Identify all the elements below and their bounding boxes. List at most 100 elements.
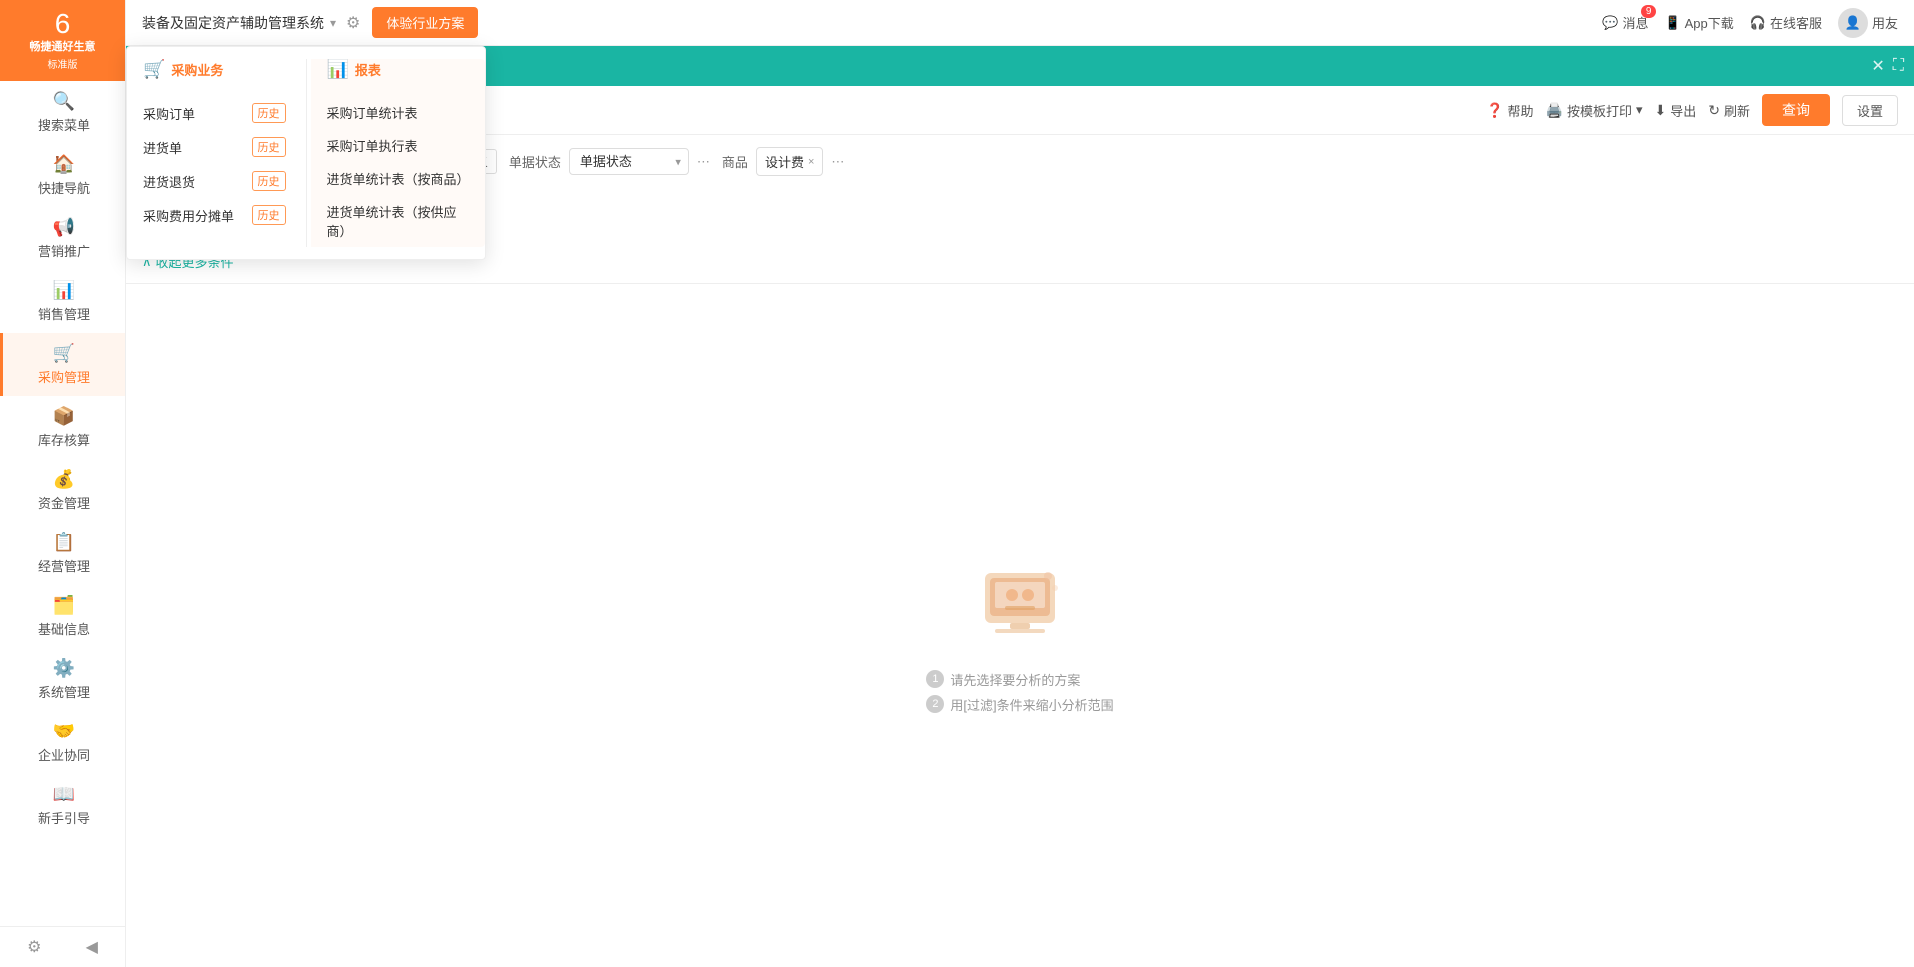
operations-icon: 📋	[53, 532, 75, 553]
avatar-icon: 👤	[1845, 15, 1861, 31]
tab-maximize-icon[interactable]: ⛶	[1893, 57, 1904, 75]
export-button[interactable]: ⬇ 导出	[1654, 101, 1696, 120]
stock-return-label: 进货退货	[143, 172, 195, 191]
refresh-label: 刷新	[1724, 101, 1750, 120]
topbar: 装备及固定资产辅助管理系统 ▾ ⚙ 体验行业方案 💬 消息 9 📱 App下载 …	[126, 0, 1914, 46]
settings-button[interactable]: 设置	[1842, 95, 1898, 126]
dropdown-divider	[306, 59, 307, 247]
help-label: 帮助	[1507, 101, 1533, 120]
dropdown-item-purchase-order-exec[interactable]: 采购订单执行表	[327, 129, 470, 162]
dropdown-item-purchase-order-stat[interactable]: 采购订单统计表	[327, 96, 470, 129]
sidebar-item-operations[interactable]: 📋 经营管理	[0, 522, 125, 585]
message-badge: 9	[1641, 5, 1657, 18]
dropdown-reports-col: 📊 报表 采购订单统计表 采购订单执行表 进货单统计表（按商品） 进货单统计表（…	[311, 59, 486, 247]
tabbar-actions: ✕ ⛶	[1871, 56, 1914, 76]
dropdown-item-stock-return[interactable]: 进货退货 历史	[143, 164, 286, 198]
topbar-breadcrumb: 装备及固定资产辅助管理系统 ▾ ⚙	[142, 13, 360, 33]
phone-icon: 📱	[1664, 15, 1680, 31]
sidebar-item-inventory-label: 库存核算	[38, 430, 90, 449]
sidebar-item-inventory[interactable]: 📦 库存核算	[0, 396, 125, 459]
dropdown-purchase-col: 🛒 采购业务 采购订单 历史 进货单 历史 进货退货 历史 采购费用分摊单 历史	[127, 59, 302, 247]
empty-state: 1 请先选择要分析的方案 2 用[过滤]条件来缩小分析范围	[126, 284, 1914, 967]
doc-status-select-wrapper: 单据状态	[569, 148, 689, 175]
marketing-icon: 📢	[53, 217, 75, 238]
purchase-order-exec-label: 采购订单执行表	[327, 136, 418, 155]
hint-1-text: 请先选择要分析的方案	[950, 670, 1080, 689]
app-download-button[interactable]: 📱 App下载	[1664, 13, 1733, 32]
dropdown-columns: 🛒 采购业务 采购订单 历史 进货单 历史 进货退货 历史 采购费用分摊单 历史	[127, 59, 485, 247]
sidebar-item-enterprise[interactable]: 🤝 企业协同	[0, 711, 125, 774]
online-service-button[interactable]: 🎧 在线客服	[1750, 13, 1822, 32]
sidebar-footer: ⚙ ◀	[0, 926, 125, 967]
inventory-icon: 📦	[53, 406, 75, 427]
dropdown-item-stock-in-stat-supplier[interactable]: 进货单统计表（按供应商）	[327, 195, 470, 247]
enterprise-icon: 🤝	[53, 721, 75, 742]
doc-status-field: 单据状态 单据状态 ⋯	[509, 148, 710, 175]
product-value: 设计费	[765, 152, 804, 171]
print-button[interactable]: 🖨️ 按模板打印 ▾	[1546, 101, 1643, 120]
logo-name: 畅捷通好生意	[30, 38, 96, 54]
sidebar-item-basic-info[interactable]: 🗂️ 基础信息	[0, 585, 125, 648]
doc-status-dots: ⋯	[697, 154, 710, 170]
sidebar-item-sales[interactable]: 📊 销售管理	[0, 270, 125, 333]
settings-footer-btn[interactable]: ⚙	[27, 937, 41, 957]
query-button[interactable]: 查询	[1762, 94, 1830, 126]
print-icon: 🖨️	[1546, 102, 1563, 119]
purchase-order-label: 采购订单	[143, 104, 195, 123]
reports-col-icon: 📊	[327, 59, 349, 80]
headset-icon: 🎧	[1750, 15, 1766, 31]
chevron-down-icon: ▾	[330, 16, 336, 30]
reports-col-header: 📊 报表	[327, 59, 470, 86]
stock-return-history-badge: 历史	[252, 171, 286, 191]
sidebar-item-marketing[interactable]: 📢 营销推广	[0, 207, 125, 270]
avatar: 👤	[1838, 8, 1868, 38]
product-tag-close-icon[interactable]: ×	[808, 156, 814, 168]
product-field: 商品 设计费 × ⋯	[722, 147, 844, 176]
sidebar-item-purchase[interactable]: 🛒 采购管理	[0, 333, 125, 396]
doc-status-label: 单据状态	[509, 152, 561, 171]
purchase-dropdown-menu: 🛒 采购业务 采购订单 历史 进货单 历史 进货退货 历史 采购费用分摊单 历史	[126, 46, 486, 260]
sidebar-item-system[interactable]: ⚙️ 系统管理	[0, 648, 125, 711]
refresh-button[interactable]: ↻ 刷新	[1708, 101, 1750, 120]
sidebar-item-guide[interactable]: 📖 新手引导	[0, 774, 125, 837]
dropdown-item-purchase-expense[interactable]: 采购费用分摊单 历史	[143, 198, 286, 232]
system-title: 装备及固定资产辅助管理系统	[142, 13, 324, 33]
purchase-col-header: 🛒 采购业务	[143, 59, 286, 86]
user-label: 用友	[1872, 13, 1898, 32]
export-label: 导出	[1670, 101, 1696, 120]
purchase-expense-history-badge: 历史	[252, 205, 286, 225]
collapse-sidebar-btn[interactable]: ◀	[86, 937, 98, 957]
sidebar-item-marketing-label: 营销推广	[38, 241, 90, 260]
print-label: 按模板打印	[1567, 101, 1632, 120]
purchase-order-stat-label: 采购订单统计表	[327, 103, 418, 122]
online-service-label: 在线客服	[1770, 13, 1822, 32]
product-tag[interactable]: 设计费 ×	[756, 147, 823, 176]
guide-icon: 📖	[53, 784, 75, 805]
sidebar-item-quick-nav-label: 快捷导航	[38, 178, 90, 197]
dropdown-item-purchase-order[interactable]: 采购订单 历史	[143, 96, 286, 130]
sidebar-item-guide-label: 新手引导	[38, 808, 90, 827]
tab-close-all-icon[interactable]: ✕	[1871, 56, 1884, 76]
product-dots: ⋯	[831, 154, 844, 170]
logo-edition: 标准版	[48, 56, 78, 71]
sidebar-item-search[interactable]: 🔍 搜索菜单	[0, 81, 125, 144]
hint-2: 2 用[过滤]条件来缩小分析范围	[926, 695, 1113, 714]
hint-1-num: 1	[926, 670, 944, 688]
search-menu-icon: 🔍	[53, 91, 75, 112]
message-button[interactable]: 💬 消息 9	[1602, 13, 1648, 32]
dropdown-item-stock-in[interactable]: 进货单 历史	[143, 130, 286, 164]
purchase-icon: 🛒	[53, 343, 75, 364]
refresh-icon: ↻	[1708, 102, 1720, 119]
topbar-settings-icon[interactable]: ⚙	[346, 13, 360, 33]
user-avatar-button[interactable]: 👤 用友	[1838, 8, 1898, 38]
purchase-col-title: 采购业务	[171, 60, 223, 79]
help-button[interactable]: ❓ 帮助	[1486, 101, 1533, 120]
sidebar-item-capital[interactable]: 💰 资金管理	[0, 459, 125, 522]
capital-icon: 💰	[53, 469, 75, 490]
doc-status-select[interactable]: 单据状态	[569, 148, 689, 175]
dropdown-item-stock-in-stat-product[interactable]: 进货单统计表（按商品）	[327, 162, 470, 195]
industry-solution-button[interactable]: 体验行业方案	[372, 7, 478, 38]
help-icon: ❓	[1486, 102, 1503, 119]
sidebar-item-quick-nav[interactable]: 🏠 快捷导航	[0, 144, 125, 207]
hint-2-text: 用[过滤]条件来缩小分析范围	[950, 695, 1113, 714]
